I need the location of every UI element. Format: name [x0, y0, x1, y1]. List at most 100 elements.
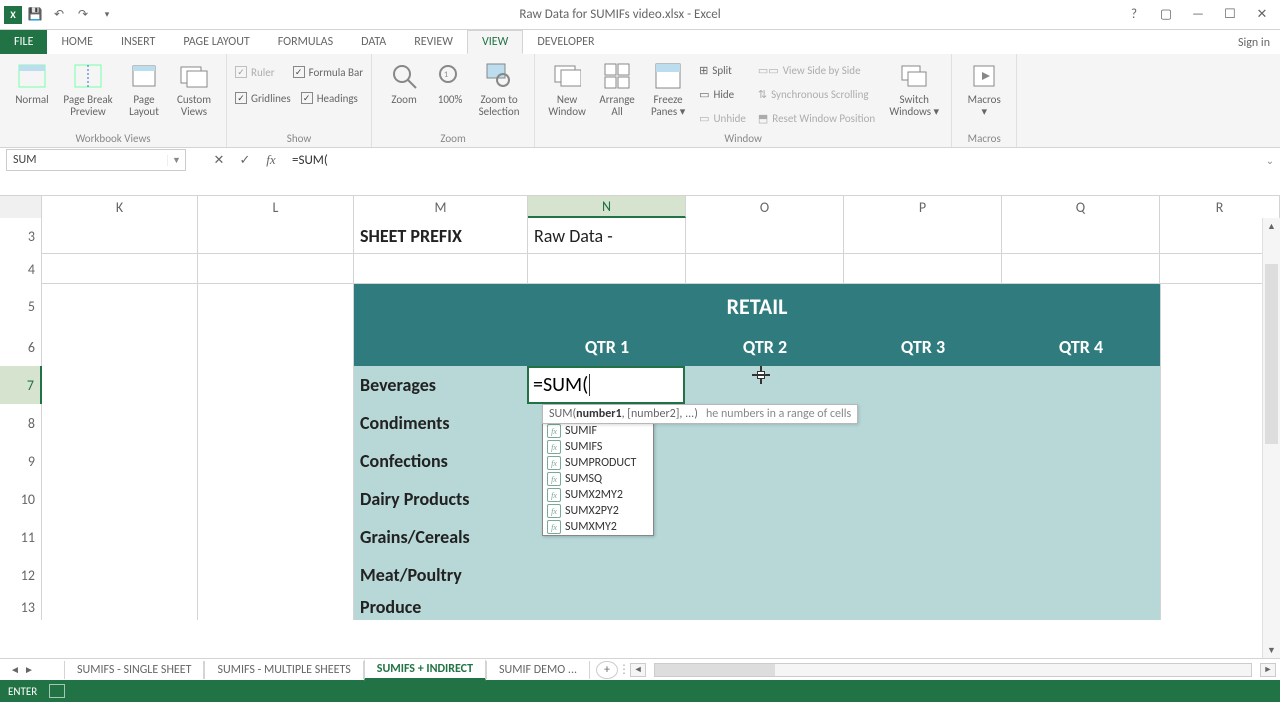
scroll-up-icon[interactable]: ▲ [1263, 218, 1280, 234]
cell[interactable] [42, 328, 198, 366]
scroll-thumb[interactable] [1265, 264, 1278, 444]
cell[interactable] [1002, 556, 1160, 594]
macros-button[interactable]: Macros ▾ [960, 58, 1008, 118]
cell[interactable] [198, 284, 354, 328]
col-header-K[interactable]: K [42, 196, 198, 218]
hscroll-thumb[interactable] [655, 664, 775, 676]
tab-insert[interactable]: INSERT [107, 30, 169, 54]
category-cell[interactable]: Condiments [354, 404, 528, 442]
cell[interactable] [686, 556, 844, 594]
tab-formulas[interactable]: FORMULAS [264, 30, 347, 54]
cell[interactable] [844, 254, 1002, 283]
maximize-icon[interactable]: ☐ [1218, 7, 1242, 22]
cell[interactable]: SHEET PREFIX [354, 218, 528, 253]
cell[interactable] [1002, 404, 1160, 442]
cell[interactable] [198, 366, 354, 404]
row-header-4[interactable]: 4 [0, 254, 42, 284]
help-icon[interactable]: ? [1122, 7, 1146, 22]
ac-item[interactable]: fxSUMX2MY2 [543, 487, 653, 503]
vertical-scrollbar[interactable]: ▲ ▼ [1262, 218, 1280, 658]
freeze-panes-button[interactable]: Freeze Panes ▾ [643, 58, 693, 118]
cell[interactable] [198, 218, 354, 253]
tab-home[interactable]: HOME [47, 30, 107, 54]
cancel-formula-button[interactable]: ✕ [206, 149, 232, 171]
col-header-Q[interactable]: Q [1002, 196, 1160, 218]
function-autocomplete[interactable]: fxSUMIF fxSUMIFS fxSUMPRODUCT fxSUMSQ fx… [542, 422, 654, 536]
cell[interactable] [42, 556, 198, 594]
cell[interactable] [42, 518, 198, 556]
cell[interactable] [198, 254, 354, 283]
new-sheet-button[interactable]: + [596, 661, 618, 679]
row-header-7[interactable]: 7 [0, 366, 42, 404]
cell[interactable] [528, 594, 686, 620]
cell[interactable] [844, 518, 1002, 556]
formula-input[interactable]: =SUM( [284, 153, 1260, 168]
cell[interactable]: QTR 3 [844, 328, 1002, 366]
sign-in-link[interactable]: Sign in [1228, 32, 1280, 54]
active-cell-N7[interactable]: =SUM( [527, 366, 685, 404]
category-cell[interactable]: Produce [354, 594, 528, 620]
cell[interactable] [1002, 518, 1160, 556]
col-header-P[interactable]: P [844, 196, 1002, 218]
scroll-left-icon[interactable]: ◄ [630, 663, 646, 677]
hscroll-track[interactable] [654, 663, 1252, 677]
formula-bar-checkbox[interactable]: ✓Formula Bar [293, 62, 363, 82]
cell[interactable] [528, 254, 686, 283]
cell[interactable] [686, 518, 844, 556]
sheet-next-icon[interactable]: ► [22, 663, 36, 676]
cell[interactable] [1002, 366, 1160, 404]
undo-icon[interactable]: ↶ [48, 4, 70, 26]
sheet-tab[interactable]: SUMIF DEMO ... [486, 661, 590, 679]
insert-function-button[interactable]: fx [258, 149, 284, 171]
cell[interactable] [686, 366, 844, 404]
tab-file[interactable]: FILE [0, 30, 47, 54]
cell[interactable] [844, 218, 1002, 253]
macro-record-icon[interactable] [49, 684, 65, 698]
custom-views-button[interactable]: Custom Views [170, 58, 218, 118]
arrange-all-button[interactable]: Arrange All [593, 58, 641, 118]
cell[interactable] [42, 366, 198, 404]
gridlines-checkbox[interactable]: ✓Gridlines [235, 88, 291, 108]
tab-review[interactable]: REVIEW [400, 30, 467, 54]
cell[interactable] [686, 442, 844, 480]
normal-button[interactable]: Normal [8, 58, 56, 106]
cell[interactable] [198, 556, 354, 594]
ac-item[interactable]: fxSUMIFS [543, 439, 653, 455]
new-window-button[interactable]: New Window [543, 58, 591, 118]
cell[interactable] [1002, 218, 1160, 253]
switch-windows-button[interactable]: Switch Windows ▾ [885, 58, 943, 118]
sheet-nav[interactable]: ◄ ► [0, 663, 44, 676]
cell[interactable] [844, 594, 1002, 620]
cell[interactable] [686, 480, 844, 518]
scroll-track[interactable] [1263, 234, 1280, 642]
category-cell[interactable]: Beverages [354, 366, 528, 404]
expand-formula-bar-icon[interactable]: ⌄ [1260, 154, 1280, 167]
cell[interactable] [42, 594, 198, 620]
cell[interactable]: Raw Data - [528, 218, 686, 253]
qat-dropdown-icon[interactable]: ▾ [96, 4, 118, 26]
cell[interactable]: QTR 2 [686, 328, 844, 366]
row-header-9[interactable]: 9 [0, 442, 42, 480]
minimize-icon[interactable]: — [1186, 7, 1210, 22]
col-header-O[interactable]: O [686, 196, 844, 218]
cell[interactable] [844, 480, 1002, 518]
spreadsheet-grid[interactable]: K L M N O P Q R 3 SHEET PREFIX Raw Data … [0, 196, 1280, 658]
save-icon[interactable]: 💾 [24, 4, 46, 26]
ac-item[interactable]: fxSUMPRODUCT [543, 455, 653, 471]
horizontal-scrollbar[interactable]: ◄ ► [630, 663, 1280, 677]
tab-data[interactable]: DATA [347, 30, 400, 54]
retail-title-cell[interactable]: RETAIL [354, 284, 1160, 328]
col-header-N[interactable]: N [528, 196, 686, 218]
row-header-6[interactable]: 6 [0, 328, 42, 366]
col-header-R[interactable]: R [1160, 196, 1280, 218]
scroll-right-icon[interactable]: ► [1260, 663, 1276, 677]
cell[interactable] [198, 594, 354, 620]
ac-item[interactable]: fxSUMX2PY2 [543, 503, 653, 519]
cell[interactable] [198, 328, 354, 366]
cell[interactable] [198, 442, 354, 480]
close-icon[interactable]: ✕ [1250, 7, 1274, 22]
ac-item[interactable]: fxSUMIF [543, 423, 653, 439]
cell[interactable] [844, 556, 1002, 594]
row-header-12[interactable]: 12 [0, 556, 42, 594]
scroll-down-icon[interactable]: ▼ [1263, 642, 1280, 658]
